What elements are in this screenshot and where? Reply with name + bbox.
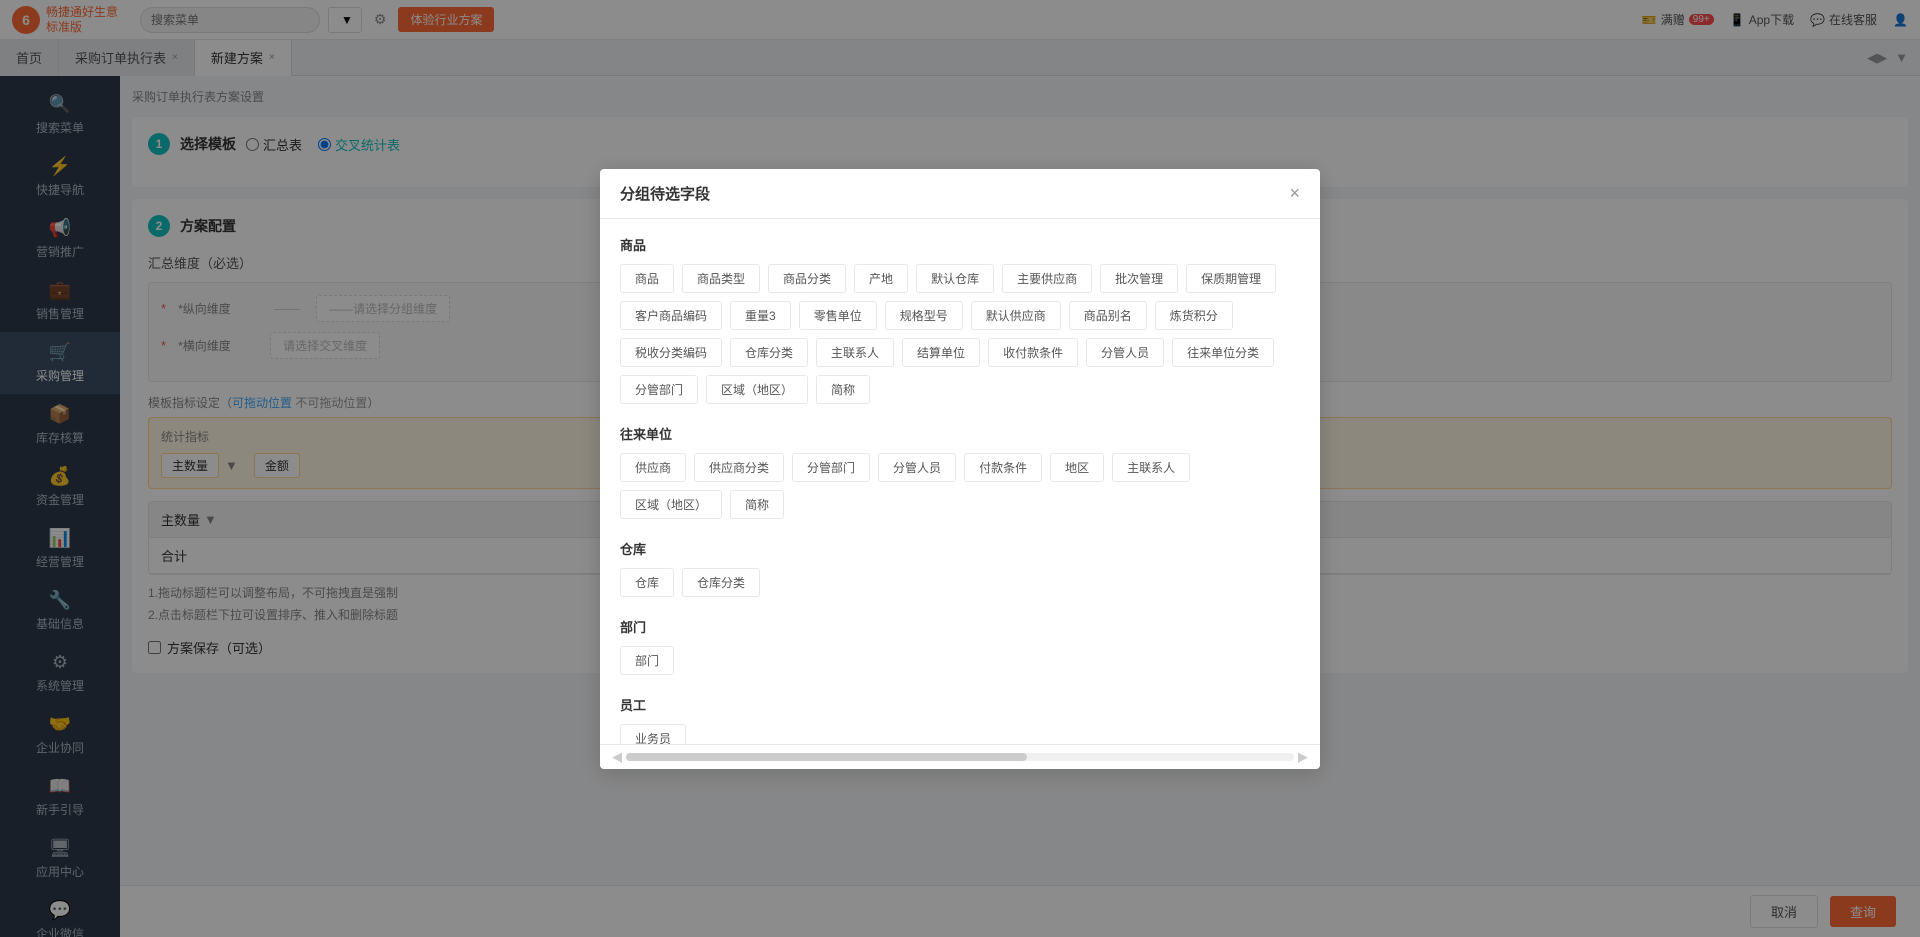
field-tag[interactable]: 仓库分类 (730, 338, 808, 367)
field-tag[interactable]: 分管部门 (620, 375, 698, 404)
field-list-warehouse: 仓库 仓库分类 (620, 568, 1300, 597)
field-tag[interactable]: 默认供应商 (971, 301, 1061, 330)
field-tag[interactable]: 商品类型 (682, 264, 760, 293)
group-title-employee: 员工 (620, 695, 1300, 714)
field-tag[interactable]: 仓库分类 (682, 568, 760, 597)
field-list-partner: 供应商 供应商分类 分管部门 分管人员 付款条件 地区 主联系人 区域（地区） … (620, 453, 1300, 519)
field-tag[interactable]: 零售单位 (799, 301, 877, 330)
hscroll-left-arrow[interactable]: ◀ (608, 749, 626, 765)
field-tag[interactable]: 地区 (1050, 453, 1104, 482)
field-tag[interactable]: 分管人员 (1086, 338, 1164, 367)
field-tag[interactable]: 批次管理 (1100, 264, 1178, 293)
field-tag[interactable]: 商品别名 (1069, 301, 1147, 330)
field-group-product: 商品 商品 商品类型 商品分类 产地 默认仓库 主要供应商 批次管理 保质期管理… (620, 235, 1300, 404)
field-tag[interactable]: 业务员 (620, 724, 686, 744)
field-tag[interactable]: 往来单位分类 (1172, 338, 1274, 367)
modal-overlay[interactable]: 分组待选字段 × 商品 商品 商品类型 商品分类 产地 默认仓库 主要供应商 批… (0, 0, 1920, 937)
field-tag[interactable]: 保质期管理 (1186, 264, 1276, 293)
field-tag[interactable]: 分管人员 (878, 453, 956, 482)
modal-dialog: 分组待选字段 × 商品 商品 商品类型 商品分类 产地 默认仓库 主要供应商 批… (600, 169, 1320, 769)
modal-hscroll[interactable]: ◀ ▶ (600, 744, 1320, 769)
field-tag[interactable]: 客户商品编码 (620, 301, 722, 330)
field-tag[interactable]: 商品分类 (768, 264, 846, 293)
field-tag[interactable]: 炼货积分 (1155, 301, 1233, 330)
field-tag[interactable]: 默认仓库 (916, 264, 994, 293)
field-list-employee: 业务员 (620, 724, 1300, 744)
field-tag[interactable]: 仓库 (620, 568, 674, 597)
field-tag[interactable]: 主要供应商 (1002, 264, 1092, 293)
group-title-product: 商品 (620, 235, 1300, 254)
field-list-dept: 部门 (620, 646, 1300, 675)
modal-header: 分组待选字段 × (600, 169, 1320, 219)
field-group-warehouse: 仓库 仓库 仓库分类 (620, 539, 1300, 597)
modal-close-button[interactable]: × (1289, 184, 1300, 202)
hscroll-right-arrow[interactable]: ▶ (1294, 749, 1312, 765)
field-list-product: 商品 商品类型 商品分类 产地 默认仓库 主要供应商 批次管理 保质期管理 客户… (620, 264, 1300, 404)
field-tag[interactable]: 主联系人 (1112, 453, 1190, 482)
field-tag[interactable]: 区域（地区） (620, 490, 722, 519)
field-group-employee: 员工 业务员 (620, 695, 1300, 744)
field-tag[interactable]: 商品 (620, 264, 674, 293)
field-group-dept: 部门 部门 (620, 617, 1300, 675)
field-tag[interactable]: 规格型号 (885, 301, 963, 330)
field-tag[interactable]: 部门 (620, 646, 674, 675)
field-tag[interactable]: 收付款条件 (988, 338, 1078, 367)
group-title-dept: 部门 (620, 617, 1300, 636)
group-title-warehouse: 仓库 (620, 539, 1300, 558)
field-tag[interactable]: 区域（地区） (706, 375, 808, 404)
modal-body[interactable]: 商品 商品 商品类型 商品分类 产地 默认仓库 主要供应商 批次管理 保质期管理… (600, 219, 1320, 744)
field-tag[interactable]: 税收分类编码 (620, 338, 722, 367)
field-group-partner: 往来单位 供应商 供应商分类 分管部门 分管人员 付款条件 地区 主联系人 区域… (620, 424, 1300, 519)
field-tag[interactable]: 简称 (730, 490, 784, 519)
field-tag[interactable]: 付款条件 (964, 453, 1042, 482)
field-tag[interactable]: 产地 (854, 264, 908, 293)
group-title-partner: 往来单位 (620, 424, 1300, 443)
field-tag[interactable]: 重量3 (730, 301, 791, 330)
field-tag[interactable]: 分管部门 (792, 453, 870, 482)
field-tag[interactable]: 简称 (816, 375, 870, 404)
field-tag[interactable]: 结算单位 (902, 338, 980, 367)
hscroll-thumb (626, 753, 1027, 761)
field-tag[interactable]: 供应商分类 (694, 453, 784, 482)
hscroll-bar (626, 753, 1294, 761)
modal-title: 分组待选字段 (620, 183, 710, 204)
field-tag[interactable]: 主联系人 (816, 338, 894, 367)
field-tag[interactable]: 供应商 (620, 453, 686, 482)
